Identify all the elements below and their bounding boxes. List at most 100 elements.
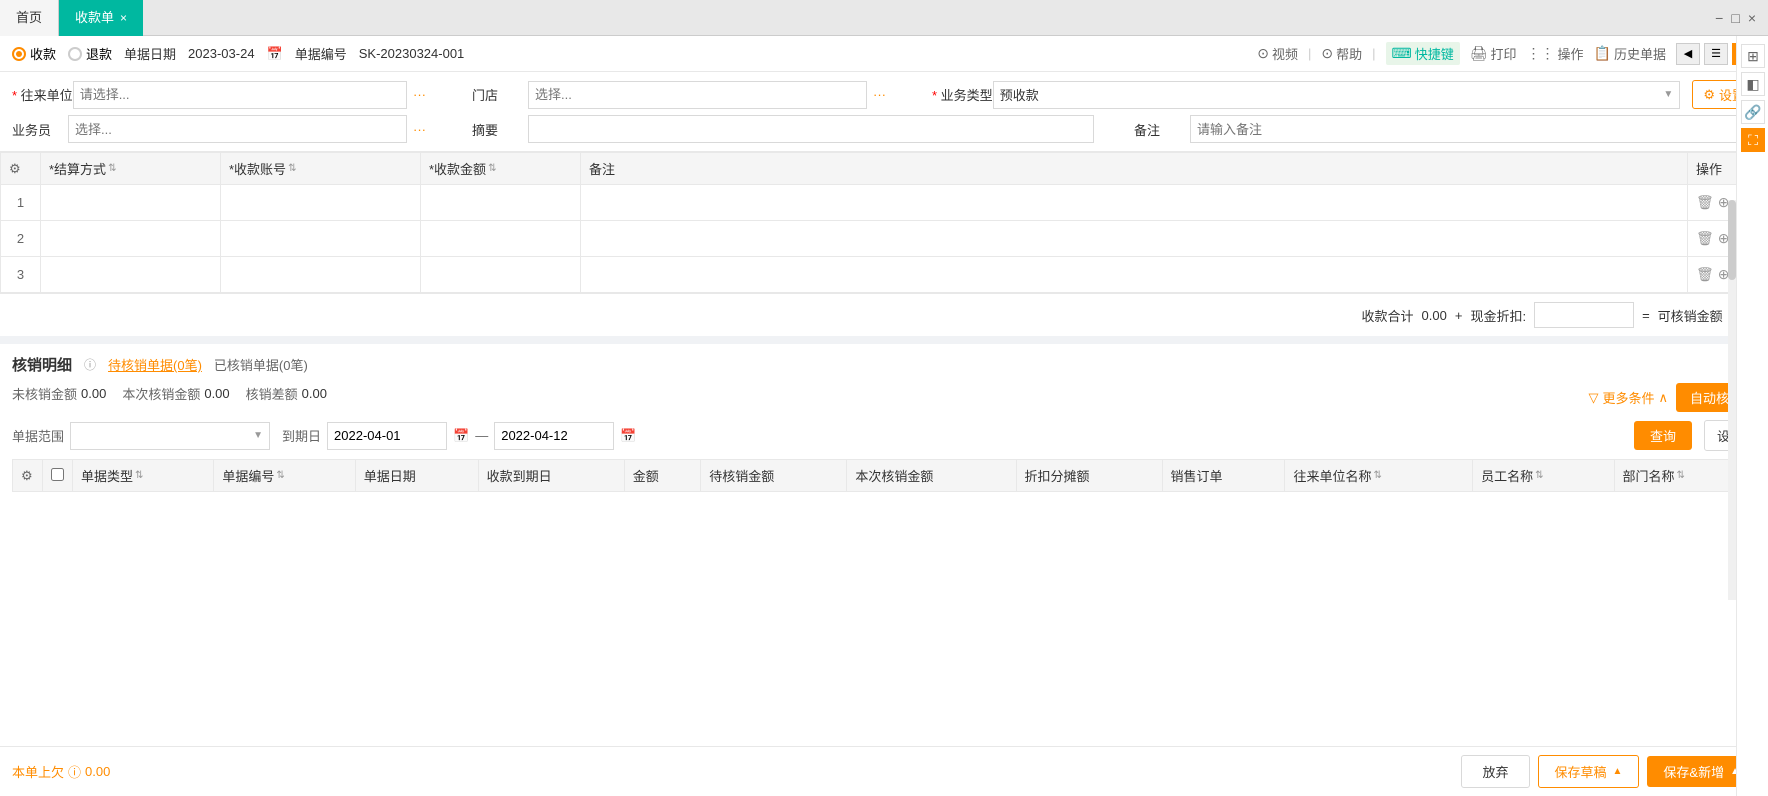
counterpart-sort-icon[interactable]: ⇅ [1373, 470, 1381, 481]
select-all-checkbox[interactable] [51, 468, 64, 481]
sub-table: ⚙ 单据类型 ⇅ 单据编号 [12, 459, 1756, 492]
receipt-label: 收款 [30, 44, 56, 63]
number-field: 单据编号 SK-20230324-001 [295, 44, 465, 63]
unchecked-stat: 未核销金额 0.00 [12, 384, 106, 403]
sub-gear-th[interactable]: ⚙ [13, 460, 43, 492]
dept-sort-icon[interactable]: ⇅ [1677, 470, 1685, 481]
row3-delete-icon[interactable]: 🗑 [1696, 266, 1714, 283]
account-sort-icon[interactable]: ⇅ [288, 163, 296, 174]
staff-label: 业务员 [12, 120, 68, 139]
maximize-button[interactable]: □ [1731, 10, 1739, 26]
gear-th[interactable]: ⚙ [1, 153, 41, 185]
row1-account[interactable] [221, 185, 421, 221]
due-label: 到期日 [282, 426, 321, 445]
remark-input[interactable] [1190, 115, 1756, 143]
divider1: | [1308, 46, 1311, 61]
bottom-bar: 本单上欠 ⓘ 0.00 放弃 保存草稿 ▲ 保存&新增 ▲ [0, 746, 1768, 796]
date-to-input[interactable] [494, 422, 614, 450]
remark-field: 备注 [1134, 115, 1756, 143]
receipt-radio[interactable]: 收款 [12, 44, 56, 63]
tab-active[interactable]: 收款单 × [59, 0, 143, 36]
business-type-select[interactable]: 预收款 ▼ [993, 81, 1681, 109]
staff-more-icon[interactable]: ··· [407, 122, 432, 137]
remark-label: 备注 [1134, 120, 1190, 139]
available-label: 可核销金额 [1658, 306, 1723, 325]
operation-btn[interactable]: ⋮⋮ 操作 [1527, 44, 1584, 63]
date-icon[interactable]: 📅 [267, 46, 283, 62]
row2-account[interactable] [221, 221, 421, 257]
row2-remark[interactable] [581, 221, 1688, 257]
date-from-input[interactable] [327, 422, 447, 450]
row3-settlement[interactable] [41, 257, 221, 293]
pending-tab[interactable]: 待核销单据(0笔) [108, 355, 202, 374]
sub-table-section: ⚙ 单据类型 ⇅ 单据编号 [12, 459, 1756, 736]
row1-settlement[interactable] [41, 185, 221, 221]
list-view-btn[interactable]: ☰ [1704, 43, 1728, 65]
history-icon: 📋 [1594, 45, 1611, 62]
tab-close-icon[interactable]: × [120, 0, 127, 36]
number-th: 单据编号 ⇅ [214, 460, 355, 492]
close-button[interactable]: × [1748, 10, 1756, 26]
counterpart-input[interactable] [73, 81, 407, 109]
row3-account[interactable] [221, 257, 421, 293]
table-gear-icon[interactable]: ⚙ [9, 161, 21, 176]
range-select[interactable]: ▼ [70, 422, 270, 450]
discount-col-label: 折扣分摊额 [1025, 469, 1090, 484]
counterpart-more-icon[interactable]: ··· [407, 87, 432, 102]
row1-amount[interactable] [421, 185, 581, 221]
discount-input[interactable] [1534, 302, 1634, 328]
current-value: 0.00 [204, 386, 229, 401]
counterpart-sub-col-label: 往来单位名称 [1293, 466, 1371, 485]
print-btn[interactable]: 🖨 打印 [1470, 44, 1517, 63]
shortcut-btn[interactable]: ⌨ 快捷键 [1386, 42, 1460, 65]
refund-radio[interactable]: 退款 [68, 44, 112, 63]
last-info-icon[interactable]: ⓘ [68, 762, 81, 781]
row2-amount[interactable] [421, 221, 581, 257]
sub-checkbox-th[interactable] [43, 460, 73, 492]
sub-table-gear-icon[interactable]: ⚙ [21, 468, 33, 483]
verify-info-icon[interactable]: ⓘ [84, 356, 96, 373]
row2-settlement[interactable] [41, 221, 221, 257]
tab-bar: 首页 收款单 × − □ × [0, 0, 1768, 36]
staff-field: 业务员 ··· [12, 115, 432, 143]
more-conditions-btn[interactable]: ▽ 更多条件 ∧ [1588, 388, 1668, 407]
sidebar-table-icon[interactable]: ⊞ [1741, 44, 1765, 68]
done-tab[interactable]: 已核销单据(0笔) [214, 355, 308, 374]
toolbar-actions: ⊙ 视频 | ⊙ 帮助 | ⌨ 快捷键 🖨 打印 ⋮⋮ 操作 📋 [1257, 42, 1756, 65]
row1-remark[interactable] [581, 185, 1688, 221]
date-to-icon[interactable]: 📅 [620, 428, 636, 444]
settings-gear-icon: ⚙ [1703, 87, 1715, 103]
sidebar-expand-icon[interactable]: ⛶ [1741, 128, 1765, 152]
staff-sort-icon[interactable]: ⇅ [1535, 470, 1543, 481]
abandon-button[interactable]: 放弃 [1461, 755, 1529, 788]
number-sort-icon[interactable]: ⇅ [276, 470, 284, 481]
divider2: | [1372, 46, 1375, 61]
shop-more-icon[interactable]: ··· [867, 87, 892, 102]
row1-delete-icon[interactable]: 🗑 [1696, 194, 1714, 211]
save-draft-button[interactable]: 保存草稿 ▲ [1538, 755, 1640, 788]
date-from-icon[interactable]: 📅 [453, 428, 469, 444]
sidebar-link-icon[interactable]: 🔗 [1741, 100, 1765, 124]
prev-view-btn[interactable]: ◀ [1676, 43, 1700, 65]
row-num-1: 1 [1, 185, 41, 221]
summary-input[interactable] [528, 115, 1094, 143]
minimize-button[interactable]: − [1715, 10, 1723, 26]
query-button[interactable]: 查询 [1634, 421, 1692, 450]
settlement-sort-icon[interactable]: ⇅ [108, 163, 116, 174]
shop-input[interactable] [528, 81, 867, 109]
row2-delete-icon[interactable]: 🗑 [1696, 230, 1714, 247]
row3-remark[interactable] [581, 257, 1688, 293]
amount-sort-icon[interactable]: ⇅ [488, 163, 496, 174]
row3-amount[interactable] [421, 257, 581, 293]
history-btn[interactable]: 📋 历史单据 [1594, 44, 1666, 63]
video-btn[interactable]: ⊙ 视频 [1257, 44, 1298, 63]
date-label: 单据日期 [124, 44, 176, 63]
dept-col-label: 部门名称 [1623, 466, 1675, 485]
scrollbar-thumb[interactable] [1728, 200, 1736, 280]
tab-home[interactable]: 首页 [0, 0, 59, 36]
shortcut-label: 快捷键 [1415, 44, 1454, 63]
help-btn[interactable]: ⊙ 帮助 [1321, 44, 1362, 63]
sidebar-panel-icon[interactable]: ◧ [1741, 72, 1765, 96]
staff-input[interactable] [68, 115, 407, 143]
type-sort-icon[interactable]: ⇅ [135, 470, 143, 481]
